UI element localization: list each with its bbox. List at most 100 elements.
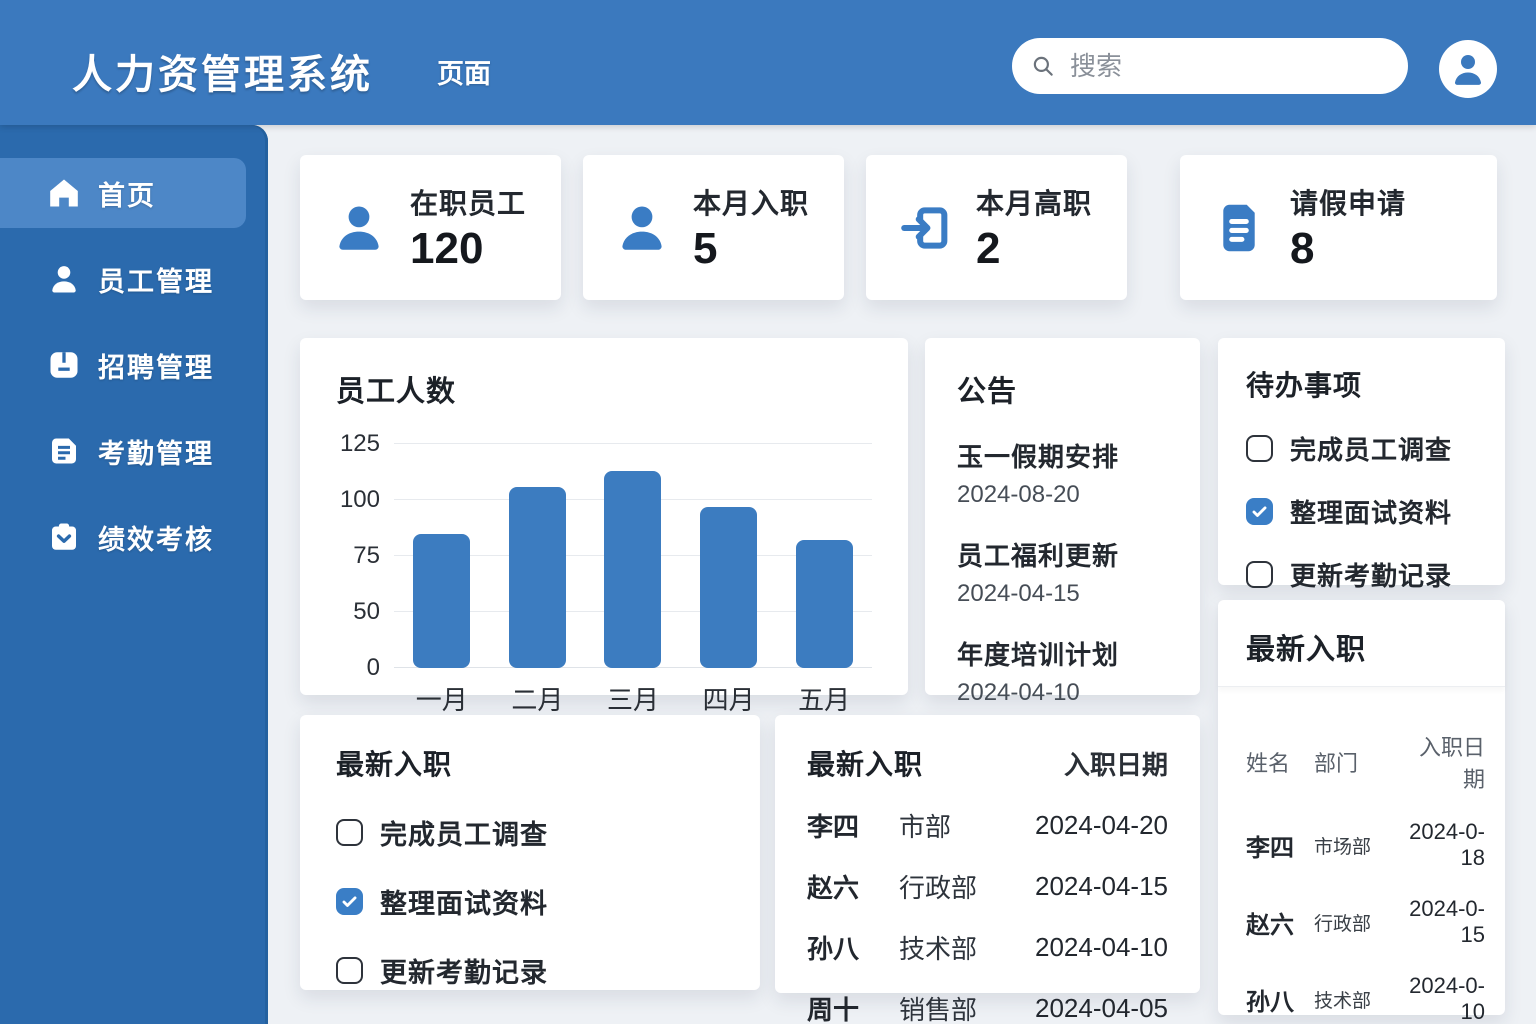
task-item: 整理面试资料 bbox=[336, 882, 724, 921]
announcement-date: 2024-04-10 bbox=[957, 679, 1080, 706]
checkbox-unchecked[interactable] bbox=[1246, 561, 1273, 588]
announcement-date: 2024-04-15 bbox=[957, 580, 1080, 607]
column-header-date: 入职日期 bbox=[1063, 750, 1168, 780]
hr-dashboard: { "header": { "app_title": "人力资管理系统", "n… bbox=[0, 0, 1536, 1024]
stat-card-label: 本月高职 bbox=[976, 187, 1093, 219]
stat-card-label: 在职员工 bbox=[410, 187, 527, 219]
column-header-dept: 部门 bbox=[1314, 751, 1359, 776]
clipboard-check-icon bbox=[46, 519, 82, 555]
stat-card-monthly-hires: 本月入职 5 bbox=[583, 155, 844, 300]
tasks-title: 最新入职 bbox=[336, 749, 453, 780]
task-item: 完成员工调查 bbox=[336, 813, 724, 852]
user-avatar[interactable] bbox=[1439, 40, 1497, 98]
sidebar-item-label: 首页 bbox=[98, 180, 156, 211]
exit-door-icon bbox=[896, 199, 954, 257]
app-title: 人力资管理系统 bbox=[72, 53, 373, 97]
y-tick: 0 bbox=[366, 654, 380, 681]
stat-card-value: 120 bbox=[410, 223, 484, 273]
announcement-text: 员工福利更新 bbox=[957, 541, 1120, 571]
recent-hires-mid-panel: 最新入职 入职日期 李四 市部 2024-04-20 赵六 行政部 2024-0… bbox=[775, 715, 1200, 1024]
search-icon bbox=[1033, 56, 1053, 76]
table-row: 赵六 行政部 2024-0-15 bbox=[1246, 896, 1485, 948]
task-item: 更新考勤记录 bbox=[336, 951, 724, 990]
x-label: 二月 bbox=[511, 685, 564, 715]
stat-card-label: 本月入职 bbox=[693, 187, 810, 219]
cell-name: 孙八 bbox=[807, 934, 860, 964]
sidebar-item-label: 绩效考核 bbox=[98, 524, 214, 555]
table-row: 周十 销售部 2024-04-05 bbox=[807, 990, 1168, 1024]
sidebar-item-employees[interactable]: 员工管理 bbox=[0, 244, 268, 314]
column-header-date: 入职日期 bbox=[1418, 735, 1485, 792]
sidebar-item-label: 考勤管理 bbox=[98, 438, 214, 469]
chart-bars bbox=[394, 444, 872, 668]
checkbox-checked[interactable] bbox=[336, 888, 363, 915]
announcement-text: 年度培训计划 bbox=[957, 640, 1120, 670]
cell-date: 2024-0-18 bbox=[1409, 819, 1485, 870]
checkbox-unchecked[interactable] bbox=[336, 957, 363, 984]
table-row: 赵六 行政部 2024-04-15 bbox=[807, 868, 1168, 905]
todo-item: 整理面试资料 bbox=[1246, 493, 1477, 530]
chart-bar-mar bbox=[604, 470, 662, 668]
sidebar-item-performance[interactable]: 绩效考核 bbox=[0, 502, 268, 572]
chart-bar-feb bbox=[508, 486, 566, 668]
user-icon bbox=[613, 199, 671, 257]
y-tick: 125 bbox=[339, 430, 380, 457]
check-icon bbox=[1252, 506, 1267, 517]
sidebar-item-label: 员工管理 bbox=[98, 266, 214, 297]
sidebar-item-recruiting[interactable]: 招聘管理 bbox=[0, 330, 268, 400]
announcement-item: 玉一假期安排 2024-08-20 bbox=[957, 437, 1168, 509]
table-header-row: 姓名 部门 入职日期 bbox=[1246, 730, 1485, 794]
cell-dept: 销售部 bbox=[899, 995, 978, 1024]
y-tick: 50 bbox=[353, 598, 380, 625]
checkbox-unchecked[interactable] bbox=[1246, 435, 1273, 462]
app-header: 人力资管理系统 页面 bbox=[0, 0, 1536, 125]
cell-date: 2024-04-10 bbox=[1035, 932, 1168, 962]
stat-card-monthly-departures: 本月高职 2 bbox=[866, 155, 1127, 300]
sidebar-item-home[interactable]: 首页 bbox=[0, 158, 246, 228]
x-label: 一月 bbox=[415, 685, 468, 715]
todo-label: 更新考勤记录 bbox=[1290, 561, 1453, 591]
search-input[interactable] bbox=[1070, 50, 1370, 82]
todo-panel: 待办事项 完成员工调查 整理面试资料 更新考勤记录 bbox=[1218, 338, 1505, 591]
chart-title: 员工人数 bbox=[336, 376, 457, 408]
todo-title: 待办事项 bbox=[1246, 370, 1363, 401]
cell-name: 孙八 bbox=[1246, 988, 1294, 1016]
chart-bar-jan bbox=[413, 533, 471, 668]
cell-dept: 市部 bbox=[899, 812, 952, 842]
cell-date: 2024-0-10 bbox=[1409, 973, 1485, 1024]
nav-page-link[interactable]: 页面 bbox=[437, 52, 491, 91]
stat-card-active-employees: 在职员工 120 bbox=[300, 155, 561, 300]
cell-name: 周十 bbox=[807, 995, 860, 1024]
cell-name: 李四 bbox=[807, 812, 860, 842]
cell-date: 2024-04-05 bbox=[1035, 993, 1168, 1023]
cell-name: 李四 bbox=[1246, 834, 1294, 862]
stat-card-value: 8 bbox=[1290, 223, 1315, 273]
cell-dept: 市场部 bbox=[1314, 836, 1372, 858]
recent-hires-table: 姓名 部门 入职日期 李四 市场部 2024-0-18 赵六 行政部 2024-… bbox=[1218, 687, 1505, 1024]
recent-hires-side-panel: 最新入职 姓名 部门 入职日期 李四 市场部 2024-0-18 赵六 行政部 … bbox=[1218, 600, 1505, 1024]
announcement-date: 2024-08-20 bbox=[957, 481, 1080, 508]
announcements-panel: 公告 玉一假期安排 2024-08-20 员工福利更新 2024-04-15 年… bbox=[925, 338, 1200, 706]
cell-dept: 行政部 bbox=[899, 873, 978, 903]
y-tick: 75 bbox=[353, 542, 380, 569]
checkbox-checked[interactable] bbox=[1246, 498, 1273, 525]
document-icon bbox=[1210, 199, 1268, 257]
check-icon bbox=[342, 896, 357, 907]
tasks-panel: 最新入职 完成员工调查 整理面试资料 更新考勤记录 bbox=[300, 715, 760, 990]
checkbox-unchecked[interactable] bbox=[336, 819, 363, 846]
table-row: 孙八 技术部 2024-0-10 bbox=[1246, 973, 1485, 1024]
cell-date: 2024-0-15 bbox=[1409, 896, 1485, 947]
user-icon bbox=[46, 261, 82, 297]
sidebar-item-attendance[interactable]: 考勤管理 bbox=[0, 416, 268, 486]
announcement-text: 玉一假期安排 bbox=[957, 442, 1120, 472]
chart-bar-may bbox=[795, 540, 853, 668]
table-row: 孙八 技术部 2024-04-10 bbox=[807, 929, 1168, 966]
chart-plot-area bbox=[394, 443, 872, 668]
user-icon bbox=[330, 199, 388, 257]
task-label: 整理面试资料 bbox=[380, 889, 548, 919]
search-bar[interactable] bbox=[1012, 38, 1408, 94]
document-icon bbox=[46, 433, 82, 469]
stat-card-leave-requests: 请假申请 8 bbox=[1180, 155, 1497, 300]
chart-y-axis: 125 100 75 50 0 bbox=[336, 432, 394, 680]
y-tick: 100 bbox=[339, 486, 380, 513]
